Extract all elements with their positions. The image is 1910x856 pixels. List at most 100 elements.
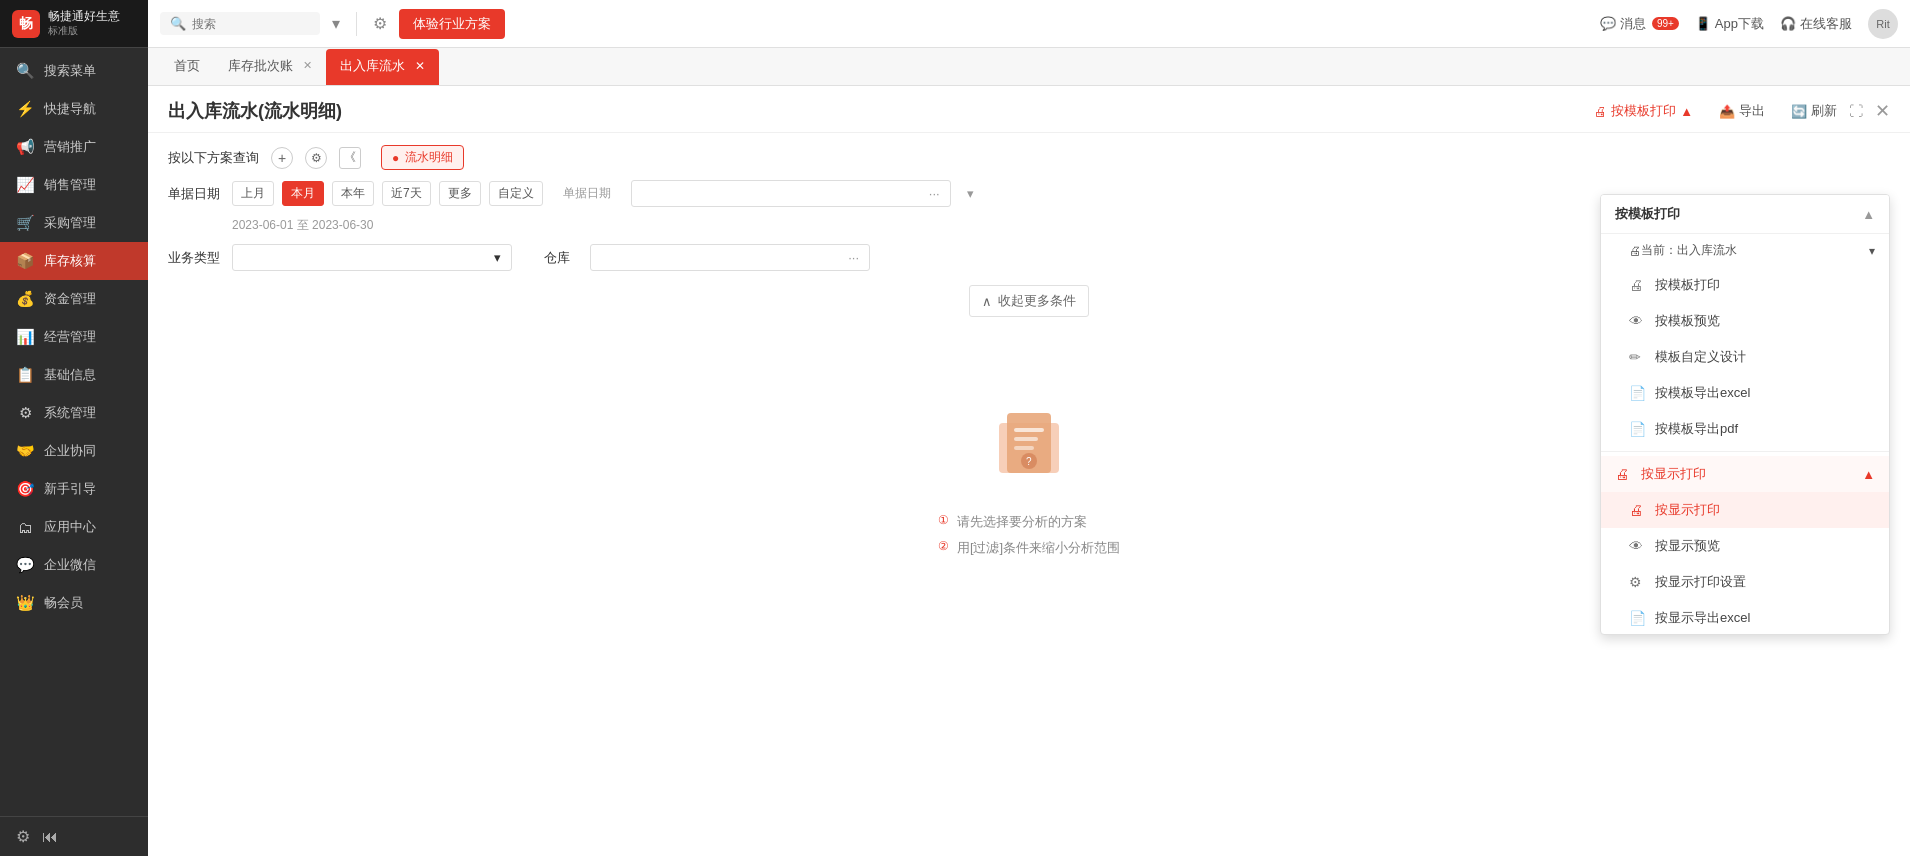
display-excel-label: 按显示导出excel bbox=[1655, 609, 1750, 627]
dropdown-item-display-settings[interactable]: ⚙按显示打印设置 bbox=[1601, 564, 1889, 600]
filter-add-btn[interactable]: + bbox=[271, 147, 293, 169]
tab-batch[interactable]: 库存批次账✕ bbox=[214, 49, 326, 85]
settings-icon[interactable]: ⚙ bbox=[16, 827, 30, 846]
sidebar-item-wechat[interactable]: 💬企业微信 bbox=[0, 546, 148, 584]
export-action-btn[interactable]: 📤 导出 bbox=[1711, 98, 1773, 124]
sidebar-item-collab[interactable]: 🤝企业协同 bbox=[0, 432, 148, 470]
topbar: 🔍 ▾ ⚙ 体验行业方案 💬 消息 99+ 📱 App下载 🎧 在线客服 Rit bbox=[148, 0, 1910, 48]
template-custom-icon: ✏ bbox=[1629, 349, 1645, 365]
headset-icon: 🎧 bbox=[1780, 16, 1796, 31]
refresh-action-btn[interactable]: 🔄 刷新 bbox=[1783, 98, 1845, 124]
sidebar-item-purchase[interactable]: 🛒采购管理 bbox=[0, 204, 148, 242]
tab-flow[interactable]: 出入库流水 ✕ bbox=[326, 49, 439, 85]
sidebar-item-basic[interactable]: 📋基础信息 bbox=[0, 356, 148, 394]
date-btn-本月[interactable]: 本月 bbox=[282, 181, 324, 206]
type-chevron-icon[interactable]: ▾ bbox=[967, 186, 974, 201]
sidebar-item-app-center[interactable]: 🗂应用中心 bbox=[0, 508, 148, 546]
dropdown-scrollable: 🖨 当前：出入库流水 ▾ 🖨按模板打印👁按模板预览✏模板自定义设计📄按模板导出e… bbox=[1601, 234, 1889, 634]
fullscreen-icon[interactable]: ⛶ bbox=[1849, 103, 1863, 119]
collab-icon: 🤝 bbox=[16, 442, 34, 460]
dropdown-item-template-excel[interactable]: 📄按模板导出excel bbox=[1601, 375, 1889, 411]
settings-gear-icon[interactable]: ⚙ bbox=[369, 10, 391, 37]
sidebar-item-search[interactable]: 🔍搜索菜单 bbox=[0, 52, 148, 90]
display-settings-label: 按显示打印设置 bbox=[1655, 573, 1746, 591]
tip-num-2: ② bbox=[938, 539, 949, 553]
sidebar-item-guide[interactable]: 🎯新手引导 bbox=[0, 470, 148, 508]
date-btn-自定义[interactable]: 自定义 bbox=[489, 181, 543, 206]
dropdown-item-template-print[interactable]: 🖨按模板打印 bbox=[1601, 267, 1889, 303]
date-btn-更多[interactable]: 更多 bbox=[439, 181, 481, 206]
display-header-label: 按显示打印 bbox=[1641, 465, 1706, 483]
display-section-header[interactable]: 🖨 按显示打印 ▲ bbox=[1601, 456, 1889, 492]
sidebar-item-operations[interactable]: 📊经营管理 bbox=[0, 318, 148, 356]
dropdown-item-template-preview[interactable]: 👁按模板预览 bbox=[1601, 303, 1889, 339]
display-preview-icon: 👁 bbox=[1629, 538, 1645, 554]
sidebar-item-quick-nav[interactable]: ⚡快捷导航 bbox=[0, 90, 148, 128]
message-label: 消息 bbox=[1620, 15, 1646, 33]
warehouse-label: 仓库 bbox=[544, 249, 570, 267]
sidebar-label-finance: 资金管理 bbox=[44, 290, 96, 308]
content-area: 出入库流水(流水明细) 🖨 按模板打印 ▲ 📤 导出 🔄 刷新 bbox=[148, 86, 1910, 856]
display-items: 🖨按显示打印👁按显示预览⚙按显示打印设置📄按显示导出excel📄按显示导出pdf bbox=[1601, 492, 1889, 634]
tab-home[interactable]: 首页 bbox=[160, 49, 214, 85]
tab-close-batch[interactable]: ✕ bbox=[303, 59, 312, 72]
tab-label-home: 首页 bbox=[174, 57, 200, 75]
svg-rect-3 bbox=[1014, 437, 1038, 441]
dropdown-item-template-pdf[interactable]: 📄按模板导出pdf bbox=[1601, 411, 1889, 447]
tab-label-flow: 出入库流水 bbox=[340, 57, 405, 75]
date-btn-上月[interactable]: 上月 bbox=[232, 181, 274, 206]
search-icon: 🔍 bbox=[170, 16, 186, 31]
industry-btn[interactable]: 体验行业方案 bbox=[399, 9, 505, 39]
sidebar-label-system: 系统管理 bbox=[44, 404, 96, 422]
dropdown-item-template-custom[interactable]: ✏模板自定义设计 bbox=[1601, 339, 1889, 375]
sidebar-item-marketing[interactable]: 📢营销推广 bbox=[0, 128, 148, 166]
sidebar-item-finance[interactable]: 💰资金管理 bbox=[0, 280, 148, 318]
user-avatar[interactable]: Rit bbox=[1868, 9, 1898, 39]
print-label: 按模板打印 bbox=[1611, 102, 1676, 120]
filter-collapse-btn[interactable]: 《 bbox=[339, 147, 361, 169]
dropdown-item-display-print[interactable]: 🖨按显示打印 bbox=[1601, 492, 1889, 528]
sidebar-item-inventory[interactable]: 📦库存核算 bbox=[0, 242, 148, 280]
refresh-icon: 🔄 bbox=[1791, 104, 1807, 119]
sidebar-item-membership[interactable]: 👑畅会员 bbox=[0, 584, 148, 622]
business-type-select[interactable]: ▾ bbox=[232, 244, 512, 271]
dropdown-current: 🖨 当前：出入库流水 ▾ bbox=[1601, 234, 1889, 267]
warehouse-select[interactable]: ··· bbox=[590, 244, 870, 271]
print-action-btn[interactable]: 🖨 按模板打印 ▲ bbox=[1586, 98, 1701, 124]
message-action[interactable]: 💬 消息 99+ bbox=[1600, 15, 1679, 33]
marketing-icon: 📢 bbox=[16, 138, 34, 156]
business-type-label: 业务类型 bbox=[168, 249, 220, 267]
empty-illustration: ? bbox=[979, 393, 1079, 493]
topbar-search-box[interactable]: 🔍 bbox=[160, 12, 320, 35]
sidebar-item-system[interactable]: ⚙系统管理 bbox=[0, 394, 148, 432]
sidebar-label-operations: 经营管理 bbox=[44, 328, 96, 346]
tab-close-flow[interactable]: ✕ bbox=[415, 59, 425, 73]
current-icon: 🖨 bbox=[1629, 244, 1641, 258]
template-preview-label: 按模板预览 bbox=[1655, 312, 1720, 330]
filter-settings-btn[interactable]: ⚙ bbox=[305, 147, 327, 169]
filter-chip-label: 流水明细 bbox=[405, 149, 453, 166]
customer-service-action[interactable]: 🎧 在线客服 bbox=[1780, 15, 1852, 33]
sidebar-item-sales[interactable]: 📈销售管理 bbox=[0, 166, 148, 204]
date-btn-本年[interactable]: 本年 bbox=[332, 181, 374, 206]
app-download-action[interactable]: 📱 App下载 bbox=[1695, 15, 1764, 33]
collapse-icon[interactable]: ⏮ bbox=[42, 828, 58, 846]
collapse-more-btn[interactable]: ∧ 收起更多条件 bbox=[969, 285, 1089, 317]
type-select[interactable]: ··· bbox=[631, 180, 951, 207]
purchase-icon: 🛒 bbox=[16, 214, 34, 232]
page-close-icon[interactable]: ✕ bbox=[1875, 100, 1890, 122]
filter-row-1: 按以下方案查询 + ⚙ 《 ● 流水明细 bbox=[168, 145, 1890, 170]
template-excel-label: 按模板导出excel bbox=[1655, 384, 1750, 402]
app-center-icon: 🗂 bbox=[16, 519, 34, 536]
dropdown-close-chevron[interactable]: ▲ bbox=[1862, 207, 1875, 222]
search-input[interactable] bbox=[192, 17, 292, 31]
dropdown-item-display-excel[interactable]: 📄按显示导出excel bbox=[1601, 600, 1889, 634]
print-icon: 🖨 bbox=[1594, 104, 1607, 119]
dropdown-header: 按模板打印 ▲ bbox=[1601, 195, 1889, 234]
date-btn-近7天[interactable]: 近7天 bbox=[382, 181, 431, 206]
dropdown-item-display-preview[interactable]: 👁按显示预览 bbox=[1601, 528, 1889, 564]
page-header: 出入库流水(流水明细) 🖨 按模板打印 ▲ 📤 导出 🔄 刷新 bbox=[148, 86, 1910, 133]
active-filter-chip[interactable]: ● 流水明细 bbox=[381, 145, 464, 170]
chevron-down-icon[interactable]: ▾ bbox=[328, 10, 344, 37]
page-actions: 🖨 按模板打印 ▲ 📤 导出 🔄 刷新 bbox=[1586, 98, 1845, 124]
